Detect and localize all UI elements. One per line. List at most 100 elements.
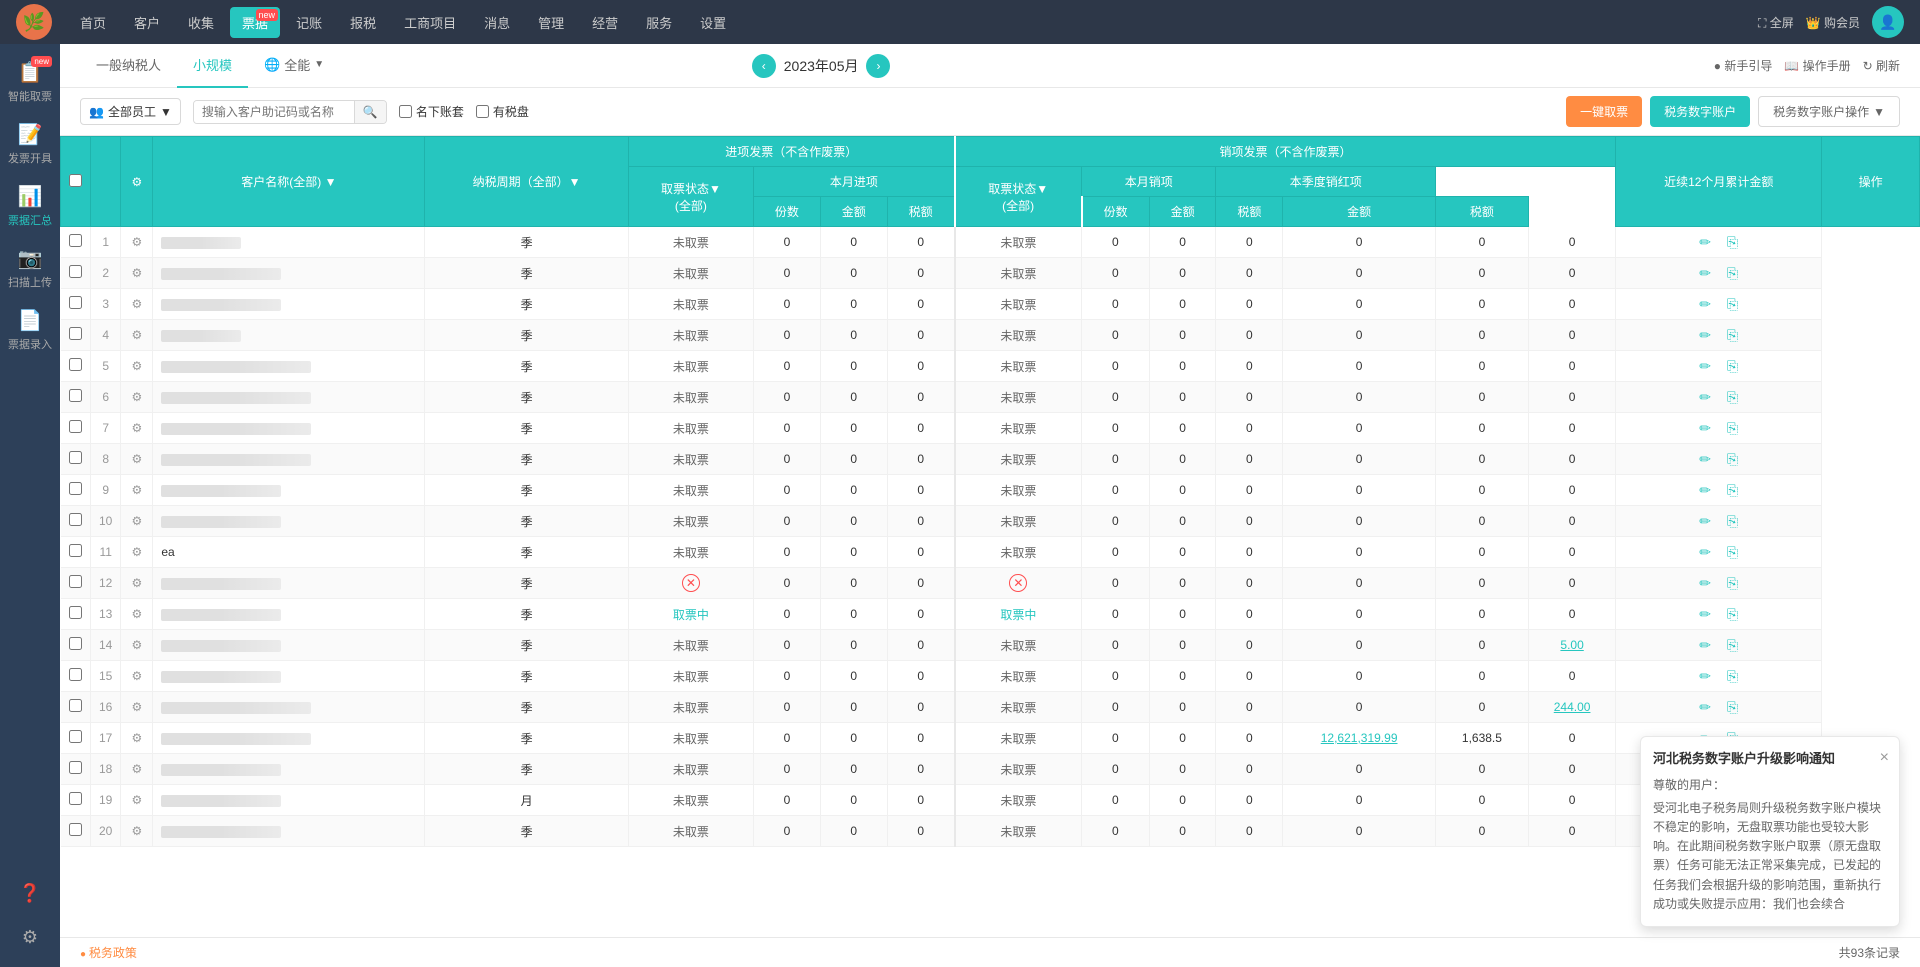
- edit-btn[interactable]: ✏: [1695, 294, 1715, 314]
- row-settings[interactable]: ⚙: [121, 661, 153, 692]
- nav-business[interactable]: 工商项目: [392, 7, 468, 38]
- tab-all[interactable]: 🌐 全能 ▼: [248, 44, 340, 88]
- nav-message[interactable]: 消息: [472, 7, 522, 38]
- manual-link[interactable]: 📖 操作手册: [1784, 57, 1850, 74]
- row-checkbox[interactable]: [69, 358, 82, 371]
- checkbox-taxdisk[interactable]: 有税盘: [476, 103, 529, 120]
- nav-manage[interactable]: 管理: [526, 7, 576, 38]
- row-settings[interactable]: ⚙: [121, 413, 153, 444]
- edit-btn[interactable]: ✏: [1695, 511, 1715, 531]
- prev-month-btn[interactable]: ‹: [752, 54, 776, 78]
- row-settings[interactable]: ⚙: [121, 723, 153, 754]
- next-month-btn[interactable]: ›: [866, 54, 890, 78]
- copy-btn[interactable]: ⎘: [1722, 666, 1742, 686]
- row-checkbox[interactable]: [69, 451, 82, 464]
- row-settings[interactable]: ⚙: [121, 351, 153, 382]
- copy-btn[interactable]: ⎘: [1722, 387, 1742, 407]
- row-settings[interactable]: ⚙: [121, 537, 153, 568]
- nav-collect[interactable]: 收集: [176, 7, 226, 38]
- sidebar-item-invoice-open[interactable]: 📝 发票开具: [4, 114, 56, 174]
- row-checkbox[interactable]: [69, 606, 82, 619]
- row-checkbox[interactable]: [69, 668, 82, 681]
- cumulative-link[interactable]: 244.00: [1554, 700, 1591, 714]
- row-checkbox[interactable]: [69, 730, 82, 743]
- edit-btn[interactable]: ✏: [1695, 697, 1715, 717]
- digital-account-btn[interactable]: 税务数字账户: [1650, 96, 1750, 127]
- th-out-status[interactable]: 取票状态▼(全部): [955, 167, 1082, 227]
- sidebar-item-scan-upload[interactable]: 📷 扫描上传: [4, 238, 56, 298]
- copy-btn[interactable]: ⎘: [1722, 232, 1742, 252]
- row-checkbox[interactable]: [69, 420, 82, 433]
- row-settings[interactable]: ⚙: [121, 444, 153, 475]
- th-name[interactable]: 客户名称(全部) ▼: [153, 137, 425, 227]
- edit-btn[interactable]: ✏: [1695, 542, 1715, 562]
- row-checkbox[interactable]: [69, 823, 82, 836]
- row-settings[interactable]: ⚙: [121, 630, 153, 661]
- nav-tax[interactable]: 报税: [338, 7, 388, 38]
- copy-btn[interactable]: ⎘: [1722, 511, 1742, 531]
- copy-btn[interactable]: ⎘: [1722, 418, 1742, 438]
- copy-btn[interactable]: ⎘: [1722, 604, 1742, 624]
- th-tax-period[interactable]: 纳税周期（全部）▼: [425, 137, 628, 227]
- nav-customer[interactable]: 客户: [122, 7, 172, 38]
- nav-home[interactable]: 首页: [68, 7, 118, 38]
- user-avatar[interactable]: 👤: [1872, 6, 1904, 38]
- member-btn[interactable]: 👑 购会员: [1806, 14, 1860, 31]
- nav-service[interactable]: 服务: [634, 7, 684, 38]
- th-in-status[interactable]: 取票状态▼(全部): [628, 167, 753, 227]
- edit-btn[interactable]: ✏: [1695, 604, 1715, 624]
- sidebar-item-ticket-entry[interactable]: 📄 票据录入: [4, 300, 56, 360]
- notification-close-btn[interactable]: ×: [1880, 745, 1889, 771]
- tab-small-scale[interactable]: 小规模: [177, 44, 248, 88]
- copy-btn[interactable]: ⎘: [1722, 325, 1742, 345]
- row-checkbox[interactable]: [69, 699, 82, 712]
- copy-btn[interactable]: ⎘: [1722, 542, 1742, 562]
- nav-invoice[interactable]: 票据 new: [230, 7, 280, 38]
- row-checkbox[interactable]: [69, 296, 82, 309]
- edit-btn[interactable]: ✏: [1695, 387, 1715, 407]
- edit-btn[interactable]: ✏: [1695, 356, 1715, 376]
- nav-settings[interactable]: 设置: [688, 7, 738, 38]
- sidebar-item-invoice-summary[interactable]: 📊 票据汇总: [4, 176, 56, 236]
- edit-btn[interactable]: ✏: [1695, 635, 1715, 655]
- search-button[interactable]: 🔍: [354, 101, 386, 123]
- row-settings[interactable]: ⚙: [121, 785, 153, 816]
- copy-btn[interactable]: ⎘: [1722, 697, 1742, 717]
- subscribed-checkbox[interactable]: [399, 105, 412, 118]
- row-checkbox[interactable]: [69, 792, 82, 805]
- tax-policy-link[interactable]: 税务政策: [80, 944, 137, 961]
- edit-btn[interactable]: ✏: [1695, 480, 1715, 500]
- search-box[interactable]: 🔍: [193, 100, 387, 124]
- one-click-btn[interactable]: 一键取票: [1566, 96, 1642, 127]
- row-checkbox[interactable]: [69, 234, 82, 247]
- row-checkbox[interactable]: [69, 482, 82, 495]
- edit-btn[interactable]: ✏: [1695, 418, 1715, 438]
- edit-btn[interactable]: ✏: [1695, 573, 1715, 593]
- copy-btn[interactable]: ⎘: [1722, 356, 1742, 376]
- row-settings[interactable]: ⚙: [121, 568, 153, 599]
- row-settings[interactable]: ⚙: [121, 754, 153, 785]
- row-settings[interactable]: ⚙: [121, 816, 153, 847]
- row-settings[interactable]: ⚙: [121, 289, 153, 320]
- nav-operation[interactable]: 经营: [580, 7, 630, 38]
- edit-btn[interactable]: ✏: [1695, 325, 1715, 345]
- copy-btn[interactable]: ⎘: [1722, 573, 1742, 593]
- row-settings[interactable]: ⚙: [121, 227, 153, 258]
- select-all-checkbox[interactable]: [69, 174, 82, 187]
- copy-btn[interactable]: ⎘: [1722, 263, 1742, 283]
- row-checkbox[interactable]: [69, 389, 82, 402]
- fullscreen-btn[interactable]: ⛶ 全屏: [1758, 14, 1794, 31]
- sidebar-help-btn[interactable]: ❓: [12, 875, 48, 911]
- digital-account-op-btn[interactable]: 税务数字账户操作 ▼: [1758, 96, 1900, 127]
- row-settings[interactable]: ⚙: [121, 382, 153, 413]
- edit-btn[interactable]: ✏: [1695, 449, 1715, 469]
- search-input[interactable]: [194, 101, 354, 123]
- copy-btn[interactable]: ⎘: [1722, 294, 1742, 314]
- row-settings[interactable]: ⚙: [121, 692, 153, 723]
- tab-general-taxpayer[interactable]: 一般纳税人: [80, 44, 177, 88]
- copy-btn[interactable]: ⎘: [1722, 480, 1742, 500]
- employee-filter[interactable]: 👥 全部员工 ▼: [80, 98, 181, 125]
- row-settings[interactable]: ⚙: [121, 475, 153, 506]
- row-settings[interactable]: ⚙: [121, 506, 153, 537]
- sidebar-item-smart-ticket[interactable]: 📋 智能取票 new: [4, 52, 56, 112]
